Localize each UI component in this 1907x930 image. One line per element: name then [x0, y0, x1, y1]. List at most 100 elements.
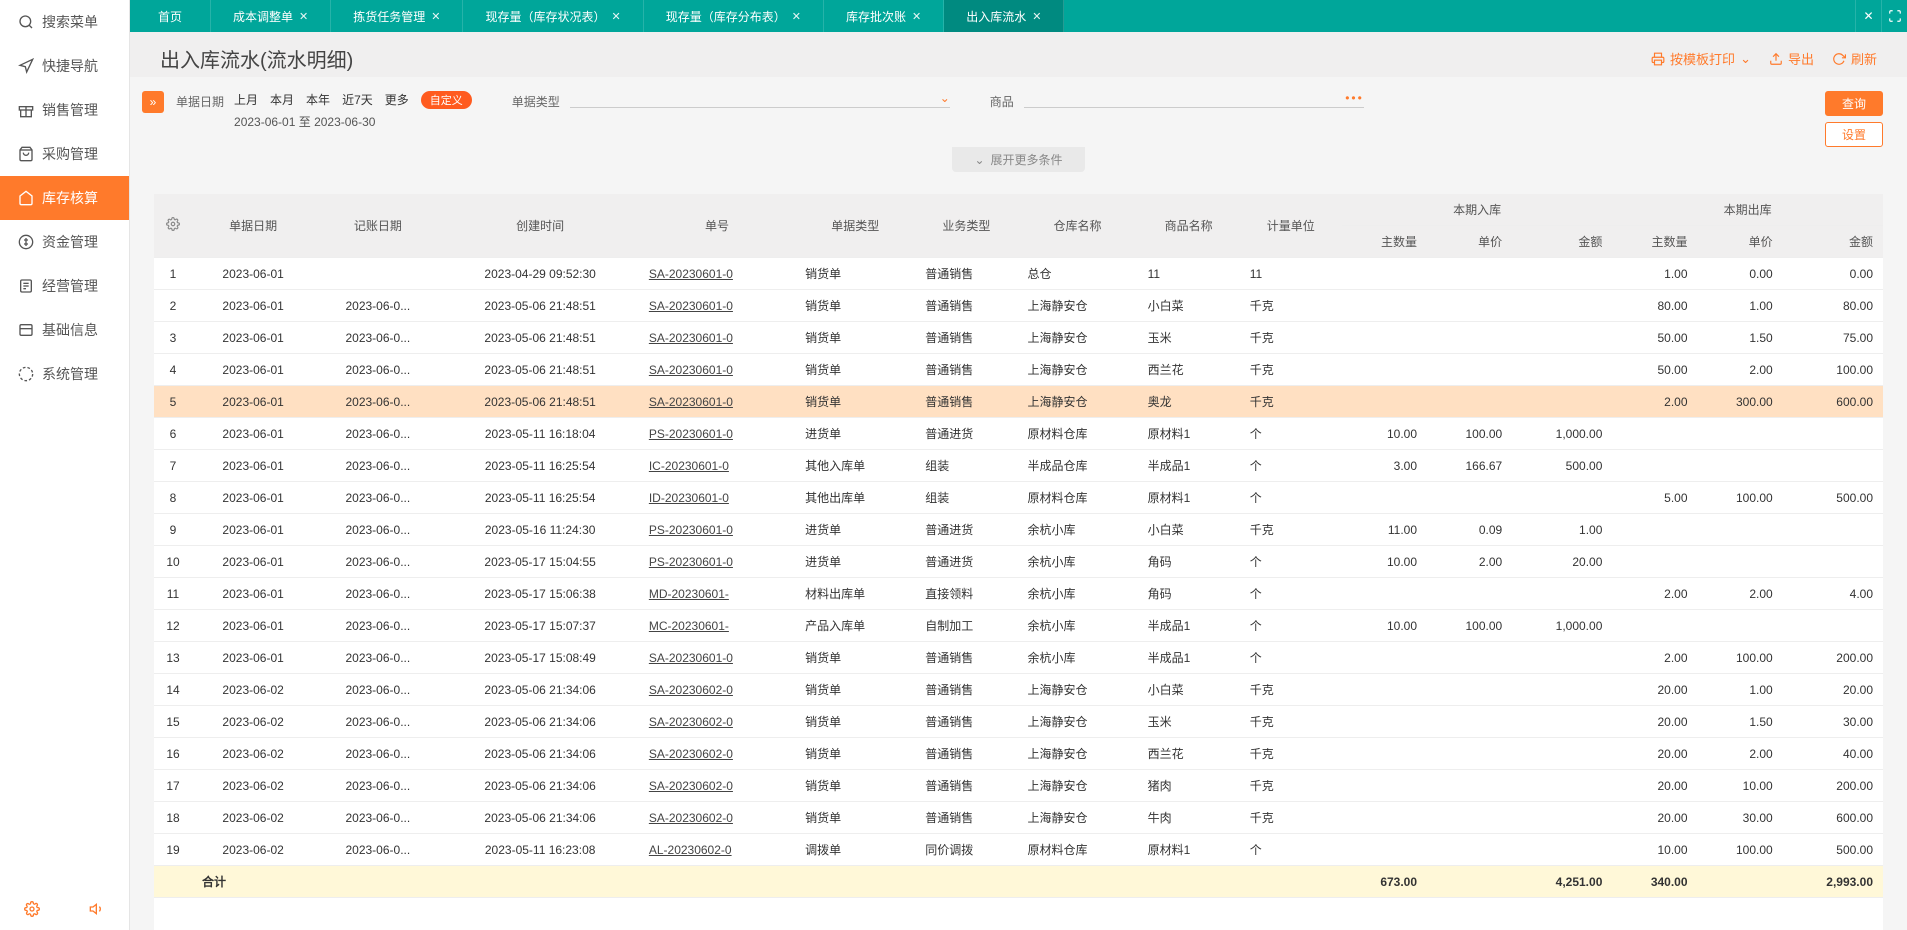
doc-link[interactable]: SA-20230602-0 — [649, 811, 733, 825]
search-button[interactable]: 查询 — [1825, 91, 1883, 116]
refresh-button[interactable]: 刷新 — [1832, 49, 1877, 68]
doc-link[interactable]: SA-20230602-0 — [649, 715, 733, 729]
col-created[interactable]: 创建时间 — [441, 194, 638, 258]
table-row[interactable]: 42023-06-012023-06-0...2023-05-06 21:48:… — [154, 354, 1883, 386]
footer-settings-icon[interactable] — [24, 901, 40, 920]
col-out-qty[interactable]: 主数量 — [1612, 226, 1697, 258]
data-table-container[interactable]: 单据日期 记账日期 创建时间 单号 单据类型 业务类型 仓库名称 商品名称 计量… — [154, 194, 1883, 930]
col-product[interactable]: 商品名称 — [1138, 194, 1240, 258]
col-out-amount[interactable]: 金额 — [1783, 226, 1883, 258]
col-doc-no[interactable]: 单号 — [639, 194, 795, 258]
filter-type-select[interactable]: ⌄ — [570, 91, 950, 108]
col-date[interactable]: 单据日期 — [192, 194, 314, 258]
tab[interactable]: 现存量（库存分布表）✕ — [644, 0, 824, 32]
close-icon[interactable]: ✕ — [612, 10, 621, 23]
tabbar-close-button[interactable]: ✕ — [1855, 0, 1881, 32]
doc-link[interactable]: SA-20230601-0 — [649, 331, 733, 345]
table-row[interactable]: 142023-06-022023-06-0...2023-05-06 21:34… — [154, 674, 1883, 706]
sidebar-item-purchase[interactable]: 采购管理 — [0, 132, 129, 176]
table-row[interactable]: 62023-06-012023-06-0...2023-05-11 16:18:… — [154, 418, 1883, 450]
date-range-option[interactable]: 本年 — [306, 91, 330, 109]
sidebar-item-stock[interactable]: 库存核算 — [0, 176, 129, 220]
table-row[interactable]: 112023-06-012023-06-0...2023-05-17 15:06… — [154, 578, 1883, 610]
date-range-option[interactable]: 更多 — [385, 91, 409, 109]
sidebar-item-nav[interactable]: 快捷导航 — [0, 44, 129, 88]
date-range-option[interactable]: 本月 — [270, 91, 294, 109]
col-in-price[interactable]: 单价 — [1427, 226, 1512, 258]
cell-date: 2023-06-01 — [192, 610, 314, 642]
print-button[interactable]: 按模板打印 ⌄ — [1651, 49, 1751, 68]
table-row[interactable]: 132023-06-012023-06-0...2023-05-17 15:08… — [154, 642, 1883, 674]
filter-product-select[interactable]: ••• — [1024, 91, 1364, 108]
close-icon[interactable]: ✕ — [792, 10, 801, 23]
col-uom[interactable]: 计量单位 — [1240, 194, 1342, 258]
sidebar-item-sys[interactable]: 系统管理 — [0, 352, 129, 396]
doc-link[interactable]: SA-20230601-0 — [649, 651, 733, 665]
table-row[interactable]: 152023-06-022023-06-0...2023-05-06 21:34… — [154, 706, 1883, 738]
doc-link[interactable]: SA-20230602-0 — [649, 779, 733, 793]
doc-link[interactable]: SA-20230602-0 — [649, 683, 733, 697]
date-range-option[interactable]: 上月 — [234, 91, 258, 109]
tab[interactable]: 出入库流水✕ — [944, 0, 1064, 32]
doc-link[interactable]: SA-20230602-0 — [649, 747, 733, 761]
doc-link[interactable]: SA-20230601-0 — [649, 267, 733, 281]
table-row[interactable]: 72023-06-012023-06-0...2023-05-11 16:25:… — [154, 450, 1883, 482]
table-row[interactable]: 32023-06-012023-06-0...2023-05-06 21:48:… — [154, 322, 1883, 354]
base-icon — [18, 322, 34, 338]
close-icon[interactable]: ✕ — [1032, 10, 1041, 23]
doc-link[interactable]: MC-20230601- — [649, 619, 729, 633]
table-row[interactable]: 102023-06-012023-06-0...2023-05-17 15:04… — [154, 546, 1883, 578]
col-acct-date[interactable]: 记账日期 — [314, 194, 441, 258]
tab[interactable]: 成本调整单✕ — [211, 0, 331, 32]
close-icon[interactable]: ✕ — [431, 10, 440, 23]
col-in-qty[interactable]: 主数量 — [1342, 226, 1427, 258]
doc-link[interactable]: IC-20230601-0 — [649, 459, 729, 473]
doc-link[interactable]: PS-20230601-0 — [649, 427, 733, 441]
sidebar-item-sales[interactable]: 销售管理 — [0, 88, 129, 132]
table-row[interactable]: 22023-06-012023-06-0...2023-05-06 21:48:… — [154, 290, 1883, 322]
table-row[interactable]: 192023-06-022023-06-0...2023-05-11 16:23… — [154, 834, 1883, 866]
settings-button[interactable]: 设置 — [1825, 122, 1883, 147]
table-row[interactable]: 162023-06-022023-06-0...2023-05-06 21:34… — [154, 738, 1883, 770]
close-icon[interactable]: ✕ — [912, 10, 921, 23]
table-row[interactable]: 182023-06-022023-06-0...2023-05-06 21:34… — [154, 802, 1883, 834]
table-row[interactable]: 12023-06-012023-04-29 09:52:30SA-2023060… — [154, 258, 1883, 290]
sidebar-item-search[interactable]: 搜索菜单 — [0, 0, 129, 44]
tab[interactable]: 现存量（库存状况表）✕ — [463, 0, 643, 32]
expand-conditions-button[interactable]: ⌄展开更多条件 — [952, 147, 1084, 172]
doc-link[interactable]: MD-20230601- — [649, 587, 729, 601]
tab[interactable]: 首页 — [130, 0, 211, 32]
table-row[interactable]: 92023-06-012023-06-0...2023-05-16 11:24:… — [154, 514, 1883, 546]
table-row[interactable]: 52023-06-012023-06-0...2023-05-06 21:48:… — [154, 386, 1883, 418]
cell-biz-type: 普通销售 — [915, 770, 1017, 802]
sidebar-item-ops[interactable]: 经营管理 — [0, 264, 129, 308]
table-settings-header[interactable] — [154, 194, 192, 258]
export-button[interactable]: 导出 — [1769, 49, 1814, 68]
col-out-price[interactable]: 单价 — [1698, 226, 1783, 258]
tab[interactable]: 拣货任务管理✕ — [331, 0, 463, 32]
close-icon[interactable]: ✕ — [299, 10, 308, 23]
table-row[interactable]: 172023-06-022023-06-0...2023-05-06 21:34… — [154, 770, 1883, 802]
cell-warehouse: 上海静安仓 — [1017, 802, 1137, 834]
cell-out-amount — [1783, 514, 1883, 546]
col-warehouse[interactable]: 仓库名称 — [1017, 194, 1137, 258]
date-range-option[interactable]: 近7天 — [342, 91, 373, 109]
footer-sound-icon[interactable] — [89, 901, 105, 920]
col-in-amount[interactable]: 金额 — [1512, 226, 1612, 258]
table-row[interactable]: 82023-06-012023-06-0...2023-05-11 16:25:… — [154, 482, 1883, 514]
col-biz-type[interactable]: 业务类型 — [915, 194, 1017, 258]
sidebar-item-base[interactable]: 基础信息 — [0, 308, 129, 352]
doc-link[interactable]: PS-20230601-0 — [649, 555, 733, 569]
tabbar-fullscreen-button[interactable] — [1881, 0, 1907, 32]
tab[interactable]: 库存批次账✕ — [824, 0, 944, 32]
doc-link[interactable]: AL-20230602-0 — [649, 843, 732, 857]
date-range-custom-pill[interactable]: 自定义 — [421, 91, 472, 109]
sidebar-item-fund[interactable]: 资金管理 — [0, 220, 129, 264]
doc-link[interactable]: SA-20230601-0 — [649, 363, 733, 377]
doc-link[interactable]: PS-20230601-0 — [649, 523, 733, 537]
col-doc-type[interactable]: 单据类型 — [795, 194, 915, 258]
doc-link[interactable]: SA-20230601-0 — [649, 395, 733, 409]
doc-link[interactable]: ID-20230601-0 — [649, 491, 729, 505]
table-row[interactable]: 122023-06-012023-06-0...2023-05-17 15:07… — [154, 610, 1883, 642]
doc-link[interactable]: SA-20230601-0 — [649, 299, 733, 313]
